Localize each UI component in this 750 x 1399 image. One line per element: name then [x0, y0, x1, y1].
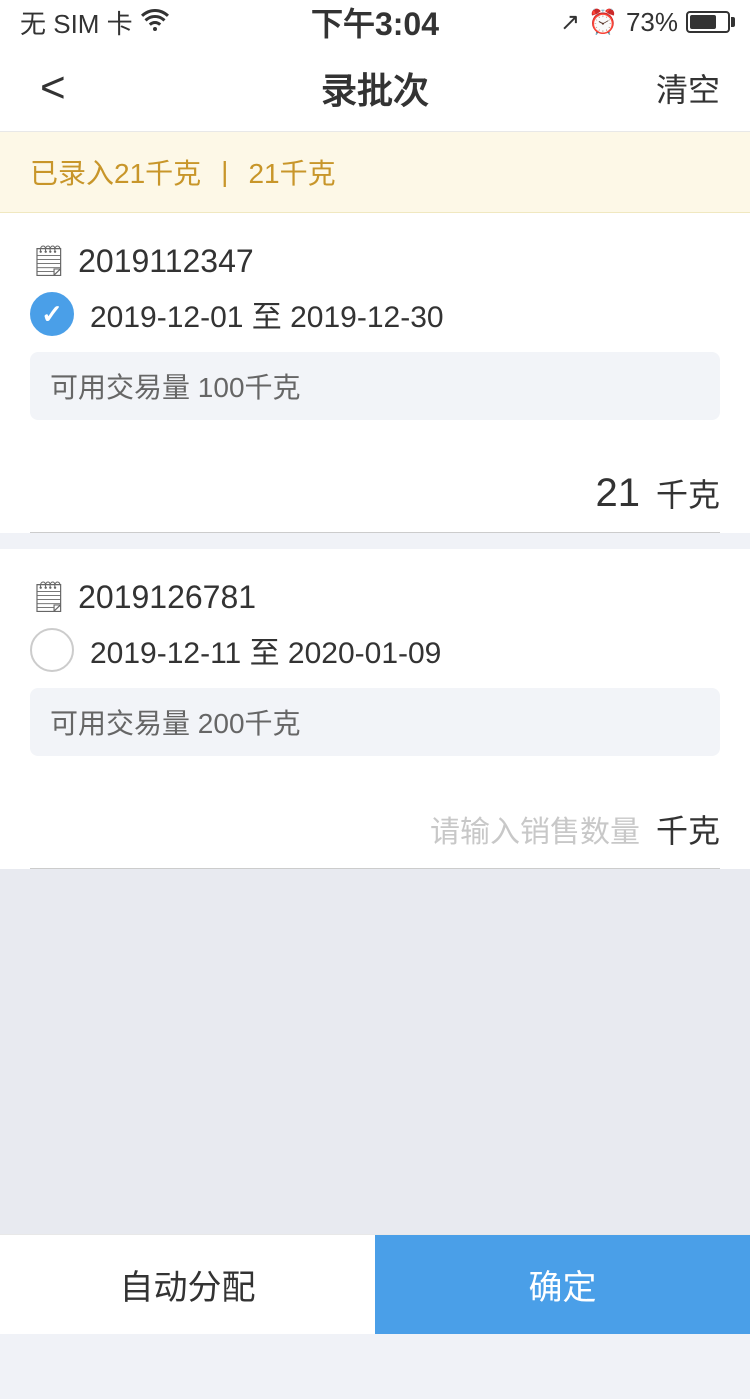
batch1-icon: 🗒	[30, 244, 68, 279]
batch2-date-row: 2019-12-11 至 2020-01-09	[30, 628, 720, 672]
batch2-unit: 千克	[656, 806, 720, 852]
batch1-qty-input-row: 21 千克	[0, 450, 750, 536]
batch2-qty-label: 可用交易量 200千克	[50, 708, 301, 739]
location-icon: ↗	[560, 8, 580, 37]
auto-distribute-button[interactable]: 自动分配	[0, 1235, 375, 1334]
batch1-date: 2019-12-01 至 2019-12-30	[90, 292, 444, 336]
batch1-qty-label: 可用交易量 100千克	[50, 372, 301, 403]
batch2-id: 2019126781	[78, 579, 256, 616]
page-title: 录批次	[321, 62, 429, 114]
bottom-bar: 自动分配 确定	[0, 1234, 750, 1334]
batch2-date: 2019-12-11 至 2020-01-09	[90, 628, 441, 672]
info-bar: 已录入21千克 | 21千克	[0, 132, 750, 213]
batch2-qty-bar: 可用交易量 200千克	[30, 688, 720, 756]
status-time: 下午3:04	[311, 0, 439, 45]
batch1-qty-bar: 可用交易量 100千克	[30, 352, 720, 420]
total-amount: 21千克	[248, 152, 335, 192]
batch1-input-value[interactable]: 21	[580, 471, 640, 516]
back-button[interactable]: <	[30, 53, 76, 123]
wifi-icon	[141, 7, 169, 38]
battery-icon	[686, 11, 730, 33]
status-right: ↗ ⏰ 73%	[560, 7, 730, 38]
batch1-qty-value: 100千克	[198, 372, 301, 403]
recorded-amount: 已录入21千克	[30, 152, 201, 192]
batch2-icon: 🗒	[30, 580, 68, 615]
batch1-header: 🗒 2019112347	[30, 243, 720, 280]
batch-card-2: 🗒 2019126781 2019-12-11 至 2020-01-09 可用交…	[0, 549, 750, 786]
carrier-text: 无 SIM 卡	[20, 4, 133, 41]
clear-button[interactable]: 清空	[656, 65, 720, 111]
batch2-header: 🗒 2019126781	[30, 579, 720, 616]
batch2-input-placeholder[interactable]: 请输入销售数量	[430, 807, 640, 851]
batch1-id: 2019112347	[78, 243, 254, 280]
battery-percent: 73%	[626, 7, 678, 38]
section-divider-1	[0, 533, 750, 549]
batch-card-1: 🗒 2019112347 2019-12-01 至 2019-12-30 可用交…	[0, 213, 750, 450]
alarm-icon: ⏰	[588, 8, 618, 37]
batch2-input-row: 请输入销售数量 千克	[0, 786, 750, 872]
status-bar: 无 SIM 卡 下午3:04 ↗ ⏰ 73%	[0, 0, 750, 44]
batch2-qty-value: 200千克	[198, 708, 301, 739]
batch1-radio[interactable]	[30, 292, 74, 336]
batch2-radio[interactable]	[30, 628, 74, 672]
batch1-unit: 千克	[656, 470, 720, 516]
nav-bar: < 录批次 清空	[0, 44, 750, 132]
confirm-button[interactable]: 确定	[375, 1235, 750, 1334]
batch1-date-row: 2019-12-01 至 2019-12-30	[30, 292, 720, 336]
status-left: 无 SIM 卡	[20, 4, 169, 41]
info-divider: |	[221, 156, 228, 188]
